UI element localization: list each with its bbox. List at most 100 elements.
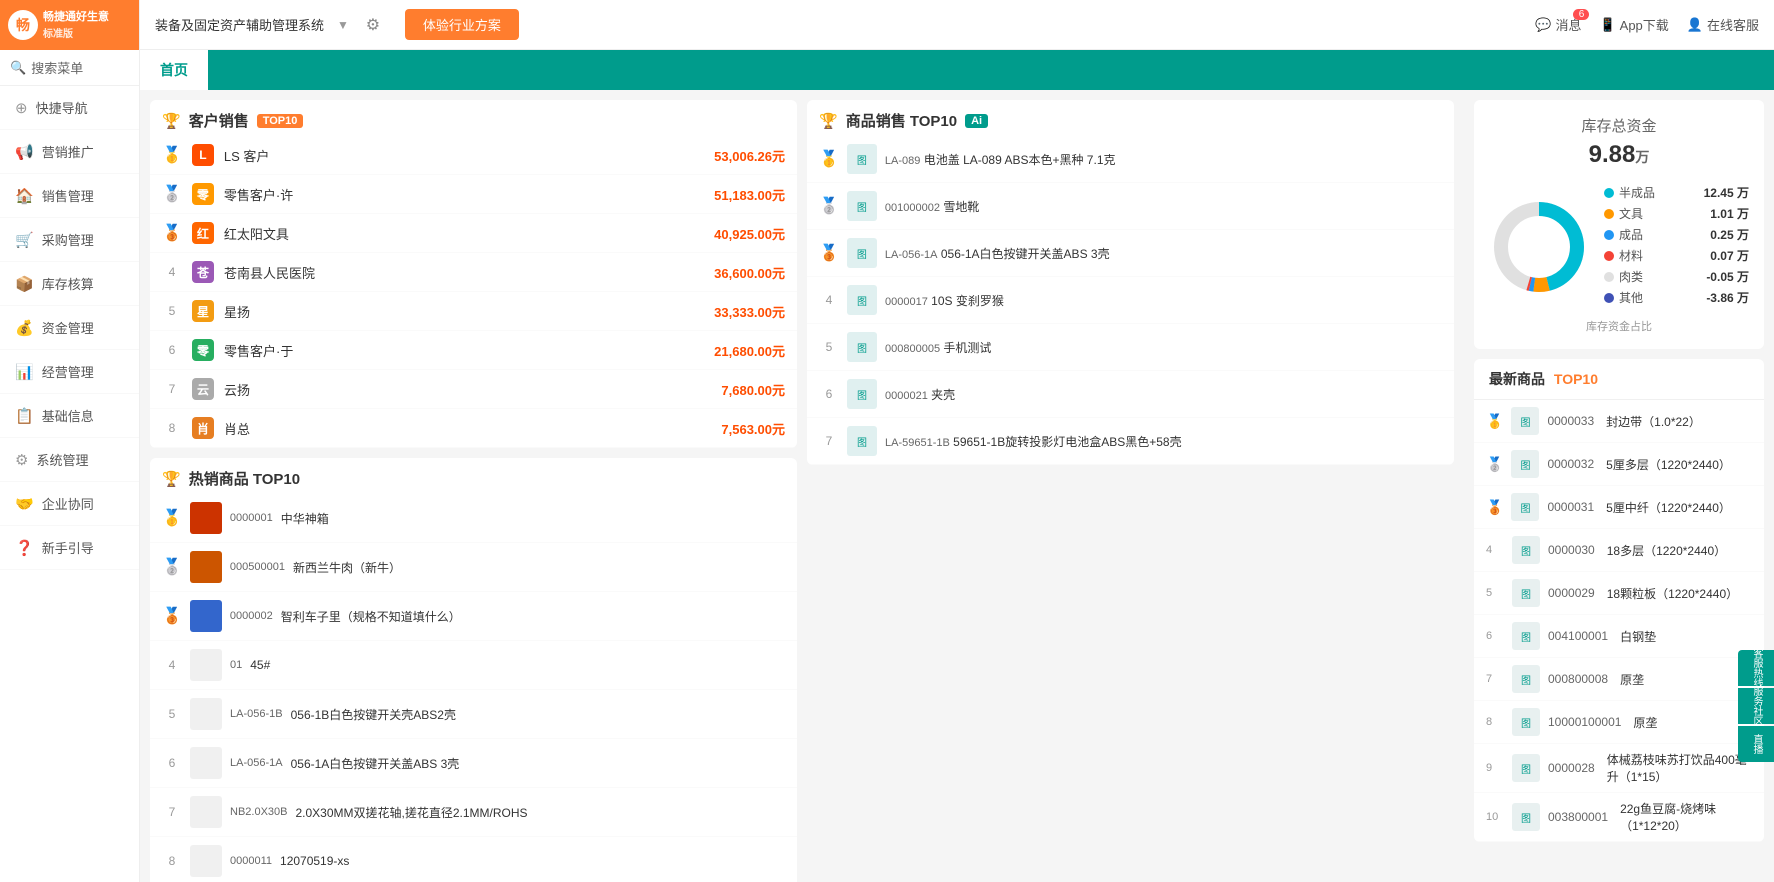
service-hotline-button[interactable]: 客服热线 bbox=[1738, 650, 1774, 686]
product-info: LA-056-1A 056-1A白色按键开关盖ABS 3壳 bbox=[885, 245, 1442, 262]
latest-code: 0000031 bbox=[1547, 500, 1594, 514]
sidebar-label-inventory: 库存核算 bbox=[42, 274, 94, 293]
medal-icon: 🥉 bbox=[162, 223, 182, 243]
sidebar-nav: ⊕ 快捷导航 📢 营销推广 🏠 销售管理 🛒 采购管理 📦 库存核算 💰 资金管… bbox=[0, 86, 139, 882]
product-code: LA-056-1A bbox=[230, 757, 283, 769]
service-button[interactable]: 👤 在线客服 bbox=[1687, 15, 1759, 34]
legend-text: 材料 bbox=[1619, 247, 1643, 264]
guide-icon: ❓ bbox=[15, 539, 34, 557]
latest-product-row: 7 图 000800008 原垄 bbox=[1474, 658, 1764, 701]
service-community-button[interactable]: 服务社区 bbox=[1738, 688, 1774, 724]
customer-sales-row: 🥉 红 红太阳文具 40,925.00元 bbox=[150, 214, 797, 253]
hot-trophy-icon: 🏆 bbox=[162, 470, 181, 488]
rank-number: 5 bbox=[162, 707, 182, 721]
legend-dot bbox=[1604, 188, 1614, 198]
dropdown-arrow-icon[interactable]: ▼ bbox=[337, 18, 349, 32]
product-thumb: 图 bbox=[847, 238, 877, 268]
rank-number: 6 bbox=[819, 387, 839, 401]
legend-value: 1.01 万 bbox=[1710, 205, 1749, 222]
rank-number: 8 bbox=[162, 854, 182, 868]
legend-value: 0.25 万 bbox=[1710, 226, 1749, 243]
message-button[interactable]: 💬 消息 6 bbox=[1535, 15, 1581, 34]
latest-code: 0000029 bbox=[1548, 586, 1595, 600]
sidebar-item-base[interactable]: 📋 基础信息 bbox=[0, 394, 139, 438]
product-thumb: 图 bbox=[847, 144, 877, 174]
latest-thumb: 图 bbox=[1512, 708, 1540, 736]
search-label: 搜索菜单 bbox=[31, 58, 83, 77]
sales-amount: 7,563.00元 bbox=[721, 419, 785, 438]
hot-products-title: 🏆 热销商品 TOP10 bbox=[150, 458, 797, 494]
app-download-button[interactable]: 📱 App下载 bbox=[1599, 15, 1668, 34]
app-label: App下载 bbox=[1620, 15, 1669, 34]
sidebar-item-operations[interactable]: 📊 经营管理 bbox=[0, 350, 139, 394]
legend-dot bbox=[1604, 230, 1614, 240]
legend-dot bbox=[1604, 272, 1614, 282]
medal-icon: 🥇 bbox=[1486, 413, 1503, 430]
sidebar-item-quick-nav[interactable]: ⊕ 快捷导航 bbox=[0, 86, 139, 130]
product-code: 01 bbox=[230, 659, 242, 671]
product-sales-row: 🥈 图 001000002 雪地靴 bbox=[807, 183, 1454, 230]
logo-subtitle: 标准版 bbox=[43, 25, 109, 40]
product-code: 0000011 bbox=[230, 855, 272, 867]
topbar: 装备及固定资产辅助管理系统 ▼ ⚙ 体验行业方案 💬 消息 6 📱 App下载 … bbox=[140, 0, 1774, 50]
customer-name: 苍南县人民医院 bbox=[224, 263, 704, 282]
legend-item: 半成品 12.45 万 bbox=[1604, 184, 1749, 201]
sales-amount: 36,600.00元 bbox=[714, 263, 785, 282]
hot-product-row: 6 LA-056-1A 056-1A白色按键开关盖ABS 3壳 bbox=[150, 739, 797, 788]
product-name: 056-1A白色按键开关盖ABS 3壳 bbox=[941, 247, 1110, 261]
product-sales-list: 🥇 图 LA-089 电池盖 LA-089 ABS本色+黑种 7.1克 🥈 图 … bbox=[807, 136, 1454, 465]
phone-icon: 📱 bbox=[1599, 17, 1615, 33]
sidebar-item-finance[interactable]: 💰 资金管理 bbox=[0, 306, 139, 350]
product-code: 000500001 bbox=[230, 561, 285, 573]
medal-icon: 🥉 bbox=[819, 243, 839, 263]
product-code: 0000017 bbox=[885, 296, 928, 308]
medal-icon: 🥈 bbox=[819, 196, 839, 216]
sales-amount: 53,006.26元 bbox=[714, 146, 785, 165]
sales-amount: 40,925.00元 bbox=[714, 224, 785, 243]
inventory-unit: 万 bbox=[1635, 149, 1649, 165]
hot-product-row: 7 NB2.0X30B 2.0X30MM双搓花轴,搓花直径2.1MM/ROHS bbox=[150, 788, 797, 837]
tab-home[interactable]: 首页 bbox=[140, 50, 208, 90]
product-thumb bbox=[190, 649, 222, 681]
hot-product-row: 8 0000011 12070519-xs bbox=[150, 837, 797, 882]
sidebar-label-system: 系统管理 bbox=[36, 450, 88, 469]
settings-button[interactable]: ⚙ bbox=[359, 11, 387, 39]
sidebar-label-quick-nav: 快捷导航 bbox=[36, 98, 88, 117]
product-code: 0000021 bbox=[885, 390, 928, 402]
legend-item: 其他 -3.86 万 bbox=[1604, 289, 1749, 306]
rank-badge: 肖 bbox=[192, 417, 214, 439]
customer-sales-row: 8 肖 肖总 7,563.00元 bbox=[150, 409, 797, 448]
product-code: 000800005 bbox=[885, 343, 940, 355]
sidebar-item-purchase[interactable]: 🛒 采购管理 bbox=[0, 218, 139, 262]
customer-sales-row: 4 苍 苍南县人民医院 36,600.00元 bbox=[150, 253, 797, 292]
product-sales-row: 7 图 LA-59651-1B 59651-1B旋转投影灯电池盒ABS黑色+58… bbox=[807, 418, 1454, 465]
logo-icon: 畅 bbox=[8, 10, 38, 40]
product-thumb bbox=[190, 600, 222, 632]
trial-button[interactable]: 体验行业方案 bbox=[405, 9, 519, 40]
sidebar-item-inventory[interactable]: 📦 库存核算 bbox=[0, 262, 139, 306]
sidebar-item-sales[interactable]: 🏠 销售管理 bbox=[0, 174, 139, 218]
system-icon: ⚙ bbox=[15, 451, 28, 469]
legend-label: 肉类 bbox=[1604, 268, 1706, 285]
latest-name: 白钢垫 bbox=[1620, 628, 1752, 645]
search-menu[interactable]: 🔍 搜索菜单 bbox=[0, 50, 139, 86]
product-name: 056-1B白色按键开关壳ABS2壳 bbox=[291, 706, 456, 723]
product-sales-panel: 🏆 商品销售 TOP10 Ai 🥇 图 LA-089 电池盖 LA-089 AB… bbox=[807, 100, 1454, 465]
latest-name: 18颗粒板（1220*2440） bbox=[1607, 585, 1752, 602]
legend-value: 0.07 万 bbox=[1710, 247, 1749, 264]
live-button[interactable]: 直播 bbox=[1738, 726, 1774, 762]
legend-text: 其他 bbox=[1619, 289, 1643, 306]
sidebar-label-operations: 经营管理 bbox=[42, 362, 94, 381]
latest-name: 5厘多层（1220*2440） bbox=[1606, 456, 1752, 473]
sidebar-item-marketing[interactable]: 📢 营销推广 bbox=[0, 130, 139, 174]
sales-amount: 21,680.00元 bbox=[714, 341, 785, 360]
product-code: NB2.0X30B bbox=[230, 806, 287, 818]
sidebar-item-guide[interactable]: ❓ 新手引导 bbox=[0, 526, 139, 570]
sidebar-item-enterprise[interactable]: 🤝 企业协同 bbox=[0, 482, 139, 526]
sidebar-item-system[interactable]: ⚙ 系统管理 bbox=[0, 438, 139, 482]
inventory-title: 库存总资金 bbox=[1489, 115, 1749, 136]
product-sales-row: 🥇 图 LA-089 电池盖 LA-089 ABS本色+黑种 7.1克 bbox=[807, 136, 1454, 183]
rank-number: 7 bbox=[1486, 673, 1504, 685]
product-info: LA-089 电池盖 LA-089 ABS本色+黑种 7.1克 bbox=[885, 151, 1442, 168]
legend-text: 半成品 bbox=[1619, 184, 1655, 201]
